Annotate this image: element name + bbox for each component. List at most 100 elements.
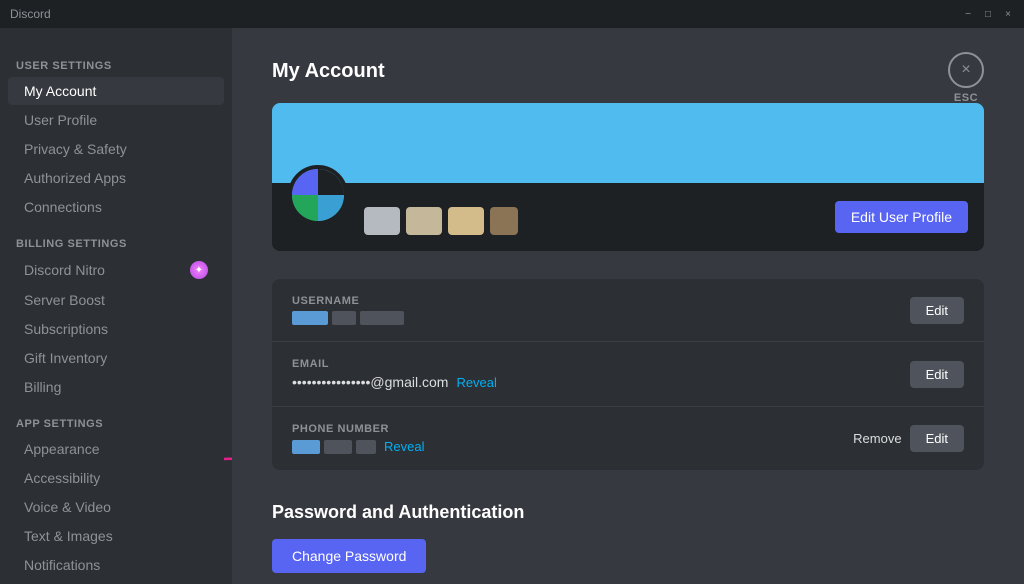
- sidebar-item-privacy-safety[interactable]: Privacy & Safety: [8, 135, 224, 163]
- edit-profile-button[interactable]: Edit User Profile: [835, 201, 968, 233]
- billing-settings-header: BILLING SETTINGS: [0, 222, 232, 254]
- esc-label: ESC: [954, 92, 978, 104]
- avatar-image: [288, 165, 348, 225]
- maximize-button[interactable]: □: [982, 8, 994, 20]
- swatch-tan2[interactable]: [448, 207, 484, 235]
- color-swatches: [364, 183, 835, 235]
- swatch-tan[interactable]: [406, 207, 442, 235]
- avatar-quadrant-3: [292, 195, 318, 221]
- phone-info: PHONE NUMBER Reveal: [292, 423, 853, 454]
- nitro-badge: ✦: [190, 261, 208, 279]
- sidebar-label-notifications: Notifications: [24, 557, 100, 573]
- username-field: USERNAME Edit: [272, 279, 984, 342]
- main-content: × ESC My Account: [232, 28, 1024, 584]
- avatar-quadrant-4: [318, 195, 344, 221]
- sidebar-item-text-images[interactable]: Text & Images: [8, 522, 224, 550]
- phone-reveal[interactable]: Reveal: [384, 439, 424, 454]
- phone-field: PHONE NUMBER Reveal Remove Edit: [272, 407, 984, 470]
- change-password-button[interactable]: Change Password: [272, 539, 426, 573]
- sidebar-item-authorized-apps[interactable]: Authorized Apps: [8, 164, 224, 192]
- sidebar-label-user-profile: User Profile: [24, 112, 97, 128]
- sidebar-item-my-account[interactable]: My Account: [8, 77, 224, 105]
- email-edit-button[interactable]: Edit: [910, 361, 964, 388]
- sidebar-label-text-images: Text & Images: [24, 528, 113, 544]
- titlebar: Discord − □ ×: [0, 0, 1024, 28]
- app-title: Discord: [10, 7, 51, 21]
- sidebar-label-subscriptions: Subscriptions: [24, 321, 108, 337]
- sidebar-item-voice-video[interactable]: Voice & Video: [8, 493, 224, 521]
- profile-banner: [272, 103, 984, 183]
- sidebar-item-keybinds[interactable]: Keybinds: [8, 580, 224, 584]
- email-label: EMAIL: [292, 358, 910, 370]
- sidebar-item-billing[interactable]: Billing: [8, 373, 224, 401]
- sidebar-label-connections: Connections: [24, 199, 102, 215]
- sidebar-label-voice-video: Voice & Video: [24, 499, 111, 515]
- username-value: [292, 311, 910, 325]
- sidebar-label-server-boost: Server Boost: [24, 292, 105, 308]
- username-block-3: [360, 311, 404, 325]
- email-field: EMAIL ••••••••••••••••@gmail.com Reveal …: [272, 342, 984, 407]
- app-body: USER SETTINGS My Account User Profile Pr…: [0, 28, 1024, 584]
- sidebar-label-my-account: My Account: [24, 83, 96, 99]
- sidebar-item-notifications[interactable]: Notifications: [8, 551, 224, 579]
- phone-remove-button[interactable]: Remove: [853, 431, 901, 446]
- sidebar-item-user-profile[interactable]: User Profile: [8, 106, 224, 134]
- avatar: [288, 165, 348, 225]
- sidebar-item-server-boost[interactable]: Server Boost: [8, 286, 224, 314]
- sidebar-item-gift-inventory[interactable]: Gift Inventory: [8, 344, 224, 372]
- sidebar: USER SETTINGS My Account User Profile Pr…: [0, 28, 232, 584]
- email-masked: ••••••••••••••••@gmail.com: [292, 374, 448, 390]
- esc-x-icon: ×: [961, 61, 970, 79]
- sidebar-label-discord-nitro: Discord Nitro: [24, 262, 105, 278]
- username-edit-button[interactable]: Edit: [910, 297, 964, 324]
- username-blocks: [292, 311, 910, 325]
- profile-card: Edit User Profile: [272, 103, 984, 251]
- phone-blocks: [292, 440, 376, 454]
- user-settings-header: USER SETTINGS: [0, 44, 232, 76]
- username-actions: Edit: [910, 297, 964, 324]
- sidebar-label-appearance: Appearance: [24, 441, 100, 457]
- sidebar-item-accessibility[interactable]: Accessibility: [8, 464, 224, 492]
- sidebar-label-gift-inventory: Gift Inventory: [24, 350, 107, 366]
- nitro-badge-icon: ✦: [190, 261, 208, 279]
- phone-actions: Remove Edit: [853, 425, 964, 452]
- swatch-gold[interactable]: [490, 207, 518, 235]
- phone-edit-button[interactable]: Edit: [910, 425, 964, 452]
- swatch-gray[interactable]: [364, 207, 400, 235]
- phone-block-2: [324, 440, 352, 454]
- sidebar-label-privacy-safety: Privacy & Safety: [24, 141, 127, 157]
- esc-button[interactable]: × ESC: [948, 52, 984, 104]
- app-settings-header: APP SETTINGS: [0, 402, 232, 434]
- avatar-quadrant-2: [318, 169, 344, 195]
- close-button[interactable]: ×: [1002, 8, 1014, 20]
- username-info: USERNAME: [292, 295, 910, 325]
- phone-block-3: [356, 440, 376, 454]
- esc-circle: ×: [948, 52, 984, 88]
- sidebar-label-authorized-apps: Authorized Apps: [24, 170, 126, 186]
- sidebar-item-connections[interactable]: Connections: [8, 193, 224, 221]
- password-section: Password and Authentication Change Passw…: [272, 502, 984, 584]
- email-actions: Edit: [910, 361, 964, 388]
- email-info: EMAIL ••••••••••••••••@gmail.com Reveal: [292, 358, 910, 390]
- email-value: ••••••••••••••••@gmail.com Reveal: [292, 374, 910, 390]
- phone-value: Reveal: [292, 439, 853, 454]
- avatar-quadrant-1: [292, 169, 318, 195]
- sidebar-item-subscriptions[interactable]: Subscriptions: [8, 315, 224, 343]
- minimize-button[interactable]: −: [962, 8, 974, 20]
- sidebar-item-appearance[interactable]: Appearance: [8, 435, 224, 463]
- username-label: USERNAME: [292, 295, 910, 307]
- avatar-inner: [292, 169, 344, 221]
- page-title: My Account: [272, 60, 984, 83]
- sidebar-label-accessibility: Accessibility: [24, 470, 100, 486]
- sidebar-item-discord-nitro[interactable]: Discord Nitro ✦: [8, 255, 224, 285]
- phone-block-1: [292, 440, 320, 454]
- username-block-1: [292, 311, 328, 325]
- sidebar-label-billing: Billing: [24, 379, 61, 395]
- window-controls: − □ ×: [962, 8, 1014, 20]
- username-block-2: [332, 311, 356, 325]
- password-section-title: Password and Authentication: [272, 502, 984, 523]
- email-reveal[interactable]: Reveal: [456, 375, 496, 390]
- account-fields: USERNAME Edit EMAIL: [272, 279, 984, 470]
- phone-label: PHONE NUMBER: [292, 423, 853, 435]
- profile-info-row: Edit User Profile: [272, 183, 984, 251]
